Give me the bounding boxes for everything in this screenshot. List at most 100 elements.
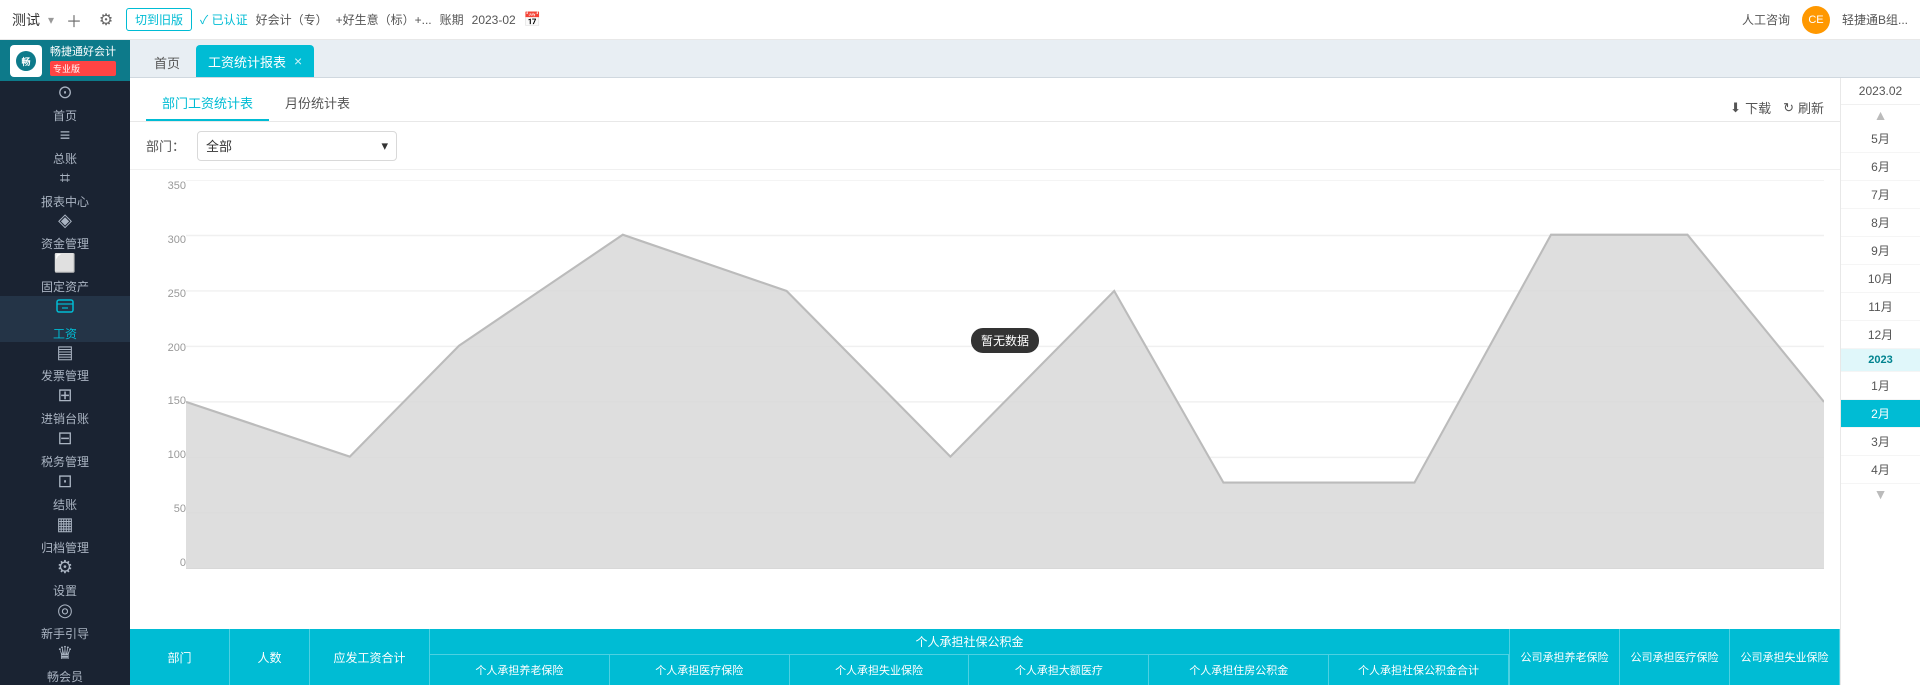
home-icon: ⊙ [57, 82, 72, 103]
date-7[interactable]: 7月 [1841, 181, 1920, 209]
th-payable: 应发工资合计 [310, 629, 430, 685]
sidebar-item-closing[interactable]: ⊡ 结账 [0, 471, 130, 514]
download-label: 下载 [1745, 98, 1771, 117]
filter-dropdown-icon: ▾ [381, 138, 388, 154]
th-personal-group: 个人承担社保公积金 个人承担养老保险 个人承担医疗保险 个人承担失业保险 [430, 629, 1510, 685]
sidebar: 畅 畅捷通好会计 专业版 ⊙ 首页 ≡ 总账 ⌗ 报表中心 ◈ 资金管理 ⬜ 固… [0, 40, 130, 685]
date-6[interactable]: 6月 [1841, 153, 1920, 181]
certified-badge: ✓ 已认证 [200, 11, 248, 28]
sub-tab-department[interactable]: 部门工资统计表 [146, 85, 269, 121]
department-select[interactable]: 全部 ▾ [197, 131, 397, 161]
member-icon: ♛ [57, 643, 73, 664]
y-label-200: 200 [146, 342, 186, 354]
settings-icon[interactable]: ⚙ [94, 8, 118, 32]
th-department: 部门 [130, 629, 230, 685]
project-dropdown-icon[interactable]: ▾ [48, 13, 54, 27]
sub-tab-actions: ⬇ 下载 ↻ 刷新 [1730, 98, 1824, 121]
date-8[interactable]: 8月 [1841, 209, 1920, 237]
guide-icon: ◎ [57, 600, 73, 621]
page-body: 部门工资统计表 月份统计表 ⬇ 下载 ↻ 刷新 [130, 78, 1840, 685]
sidebar-item-label: 税务管理 [41, 453, 89, 470]
th-company-medical: 公司承担医疗保险 [1620, 629, 1730, 685]
date-10[interactable]: 10月 [1841, 265, 1920, 293]
sidebar-item-reports[interactable]: ⌗ 报表中心 [0, 167, 130, 210]
th-company-unemployment: 公司承担失业保险 [1730, 629, 1840, 685]
tab-payroll-report[interactable]: 工资统计报表 × [196, 45, 314, 77]
invoice-icon: ▤ [56, 342, 73, 363]
date-11[interactable]: 11月 [1841, 293, 1920, 321]
filter-label: 部门： [146, 136, 185, 155]
th-personal-pension: 个人承担养老保险 [430, 655, 610, 685]
filter-row: 部门： 全部 ▾ [130, 122, 1840, 170]
sidebar-item-label: 发票管理 [41, 367, 89, 384]
sidebar-item-label: 工资 [53, 325, 77, 342]
th-personal-total: 个人承担社保公积金合计 [1329, 655, 1509, 685]
current-date: 2023.02 [1859, 84, 1902, 98]
sidebar-item-assets[interactable]: ⬜ 固定资产 [0, 253, 130, 296]
date-3[interactable]: 3月 [1841, 428, 1920, 456]
sidebar-item-ledger[interactable]: ≡ 总账 [0, 124, 130, 167]
y-label-300: 300 [146, 234, 186, 246]
table-header: 部门 人数 应发工资合计 个人承担社保公积金 个人承 [130, 629, 1840, 685]
closing-icon: ⊡ [57, 471, 72, 492]
settings-nav-icon: ⚙ [57, 557, 73, 578]
sidebar-item-funds[interactable]: ◈ 资金管理 [0, 210, 130, 253]
refresh-button[interactable]: ↻ 刷新 [1783, 98, 1824, 117]
th-personal-unemployment: 个人承担失业保险 [790, 655, 970, 685]
date-1[interactable]: 1月 [1841, 372, 1920, 400]
date-header: 2023.02 [1841, 78, 1920, 105]
sidebar-item-label: 进销台账 [41, 410, 89, 427]
tab-home-label: 首页 [154, 53, 180, 72]
y-label-150: 150 [146, 395, 186, 407]
avatar-initials: CE [1808, 14, 1823, 26]
top-bar: 测试 ▾ ＋ ⚙ 切到旧版 ✓ 已认证 好会计（专） +好生意（标）+... 账… [0, 0, 1920, 40]
sidebar-item-payroll[interactable]: 工资 [0, 296, 130, 342]
avatar[interactable]: CE [1802, 6, 1830, 34]
date-5[interactable]: 5月 [1841, 125, 1920, 153]
reports-icon: ⌗ [60, 168, 70, 189]
funds-icon: ◈ [58, 210, 72, 231]
sidebar-item-archive[interactable]: ▦ 归档管理 [0, 513, 130, 556]
sidebar-item-label: 设置 [53, 582, 77, 599]
sidebar-item-purchase[interactable]: ⊞ 进销台账 [0, 385, 130, 428]
sidebar-item-label: 资金管理 [41, 235, 89, 252]
sidebar-item-label: 新手引导 [41, 625, 89, 642]
sidebar-item-invoice[interactable]: ▤ 发票管理 [0, 342, 130, 385]
sidebar-item-label: 首页 [53, 107, 77, 124]
date-up-arrow[interactable]: ▲ [1872, 105, 1890, 125]
tab-home[interactable]: 首页 [138, 47, 196, 77]
date-9[interactable]: 9月 [1841, 237, 1920, 265]
sidebar-item-member[interactable]: ♛ 畅会员 [0, 642, 130, 685]
sidebar-item-tax[interactable]: ⊟ 税务管理 [0, 428, 130, 471]
sub-tab-monthly[interactable]: 月份统计表 [269, 85, 366, 121]
date-down-arrow[interactable]: ▼ [1872, 484, 1890, 504]
right-date-panel: 2023.02 ▲ 5月 6月 7月 8月 9月 10月 11月 12月 202… [1840, 78, 1920, 685]
switch-old-version-button[interactable]: 切到旧版 [126, 8, 192, 31]
th-personal-housing: 个人承担住房公积金 [1149, 655, 1329, 685]
sub-tab-department-label: 部门工资统计表 [162, 93, 253, 112]
chart-area: 350 300 250 200 150 100 50 0 [130, 170, 1840, 629]
date-2-active[interactable]: 2月 [1841, 400, 1920, 428]
tax-icon: ⊟ [57, 428, 72, 449]
y-label-50: 50 [146, 503, 186, 515]
assets-icon: ⬜ [54, 253, 76, 274]
purchase-icon: ⊞ [57, 385, 72, 406]
tab-close-icon[interactable]: × [294, 53, 302, 69]
sidebar-item-home[interactable]: ⊙ 首页 [0, 81, 130, 124]
account-tags: +好生意（标）+... [336, 11, 432, 28]
add-button[interactable]: ＋ [62, 8, 86, 32]
sidebar-item-label: 畅会员 [47, 668, 83, 685]
date-12[interactable]: 12月 [1841, 321, 1920, 349]
date-4[interactable]: 4月 [1841, 456, 1920, 484]
support-label[interactable]: 人工咨询 [1742, 11, 1790, 28]
main-content: 部门工资统计表 月份统计表 ⬇ 下载 ↻ 刷新 [130, 78, 1920, 685]
th-personal-group-title: 个人承担社保公积金 [430, 629, 1509, 655]
refresh-icon: ↻ [1783, 100, 1794, 116]
sidebar-item-guide[interactable]: ◎ 新手引导 [0, 599, 130, 642]
download-button[interactable]: ⬇ 下载 [1730, 98, 1771, 117]
main-layout: 畅 畅捷通好会计 专业版 ⊙ 首页 ≡ 总账 ⌗ 报表中心 ◈ 资金管理 ⬜ 固… [0, 40, 1920, 685]
sidebar-item-settings[interactable]: ⚙ 设置 [0, 556, 130, 599]
th-personal-medical: 个人承担医疗保险 [610, 655, 790, 685]
calendar-icon[interactable]: 📅 [524, 11, 541, 28]
ledger-icon: ≡ [60, 125, 71, 146]
